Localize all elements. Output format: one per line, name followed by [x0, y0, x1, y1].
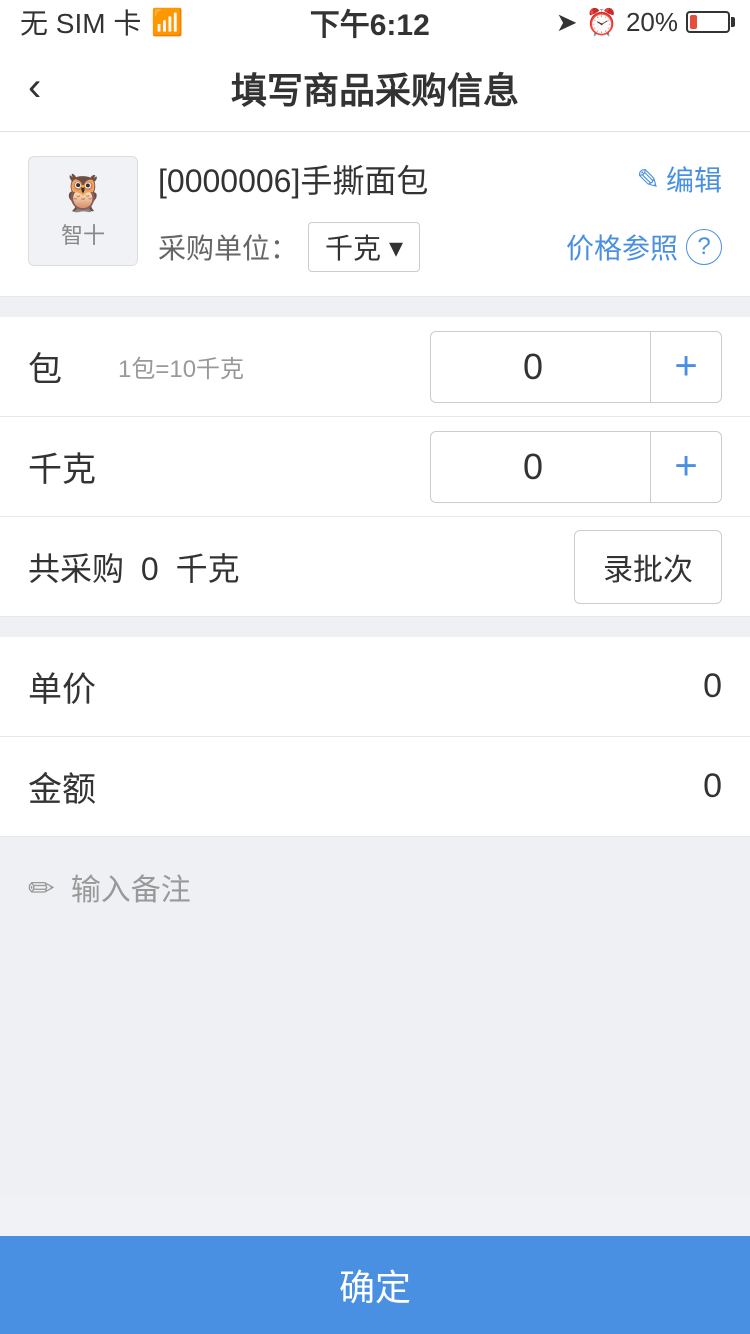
unit-price-row: 单价 0	[0, 637, 750, 737]
product-info: [0000006]手撕面包 ✎ 编辑 采购单位： 千克 ▾ 价格参照 ?	[158, 156, 722, 272]
bao-input-row: 包 1包=10千克 +	[0, 317, 750, 417]
price-ref-button[interactable]: 价格参照 ?	[566, 227, 722, 267]
product-card: 🦉 智十 [0000006]手撕面包 ✎ 编辑 采购单位： 千克 ▾ 价格参照 …	[0, 132, 750, 297]
status-bar: 无 SIM 卡 📶 下午6:12 ➤ ⏰ 20%	[0, 0, 750, 44]
kg-plus-button[interactable]: +	[650, 431, 722, 503]
total-summary: 共采购 0 千克	[28, 544, 240, 590]
total-quantity: 0	[141, 551, 159, 587]
unit-select-dropdown[interactable]: 千克 ▾	[308, 222, 420, 272]
amount-value: 0	[703, 767, 722, 806]
status-left: 无 SIM 卡 📶	[20, 2, 184, 42]
unit-price-label: 单价	[28, 662, 96, 711]
kg-input-row: 千克 +	[0, 417, 750, 517]
remark-icon: ✏	[28, 869, 55, 907]
price-ref-label: 价格参照	[566, 227, 678, 267]
unit-price-value: 0	[703, 667, 722, 706]
kg-plus-icon: +	[674, 444, 697, 489]
edit-icon: ✎	[637, 163, 660, 196]
amount-row: 金额 0	[0, 737, 750, 837]
status-right: ➤ ⏰ 20%	[556, 7, 730, 38]
bao-plus-button[interactable]: +	[650, 331, 722, 403]
remark-placeholder: 输入备注	[71, 865, 191, 909]
kg-quantity-input[interactable]	[430, 431, 650, 503]
edit-button[interactable]: ✎ 编辑	[637, 159, 722, 199]
total-row: 共采购 0 千克 录批次	[0, 517, 750, 617]
section-divider-2	[0, 617, 750, 637]
total-unit: 千克	[176, 551, 240, 587]
location-icon: ➤	[556, 7, 578, 38]
confirm-label: 确定	[339, 1259, 411, 1311]
kg-label: 千克	[28, 442, 108, 491]
alarm-icon: ⏰	[586, 7, 618, 38]
bao-label: 包	[28, 342, 108, 391]
status-time: 下午6:12	[310, 0, 430, 44]
wifi-icon: 📶	[151, 7, 183, 38]
confirm-button[interactable]: 确定	[0, 1236, 750, 1334]
product-image-label: 智十	[61, 218, 105, 250]
back-button[interactable]: ‹	[28, 65, 41, 110]
product-owl-icon: 🦉	[61, 172, 106, 214]
bao-plus-icon: +	[674, 344, 697, 389]
battery-percent: 20%	[626, 7, 678, 38]
amount-label: 金额	[28, 762, 96, 811]
unit-value: 千克	[325, 227, 381, 267]
total-label: 共采购	[28, 551, 124, 587]
edit-label: 编辑	[666, 159, 722, 199]
remark-section[interactable]: ✏ 输入备注	[0, 837, 750, 1197]
price-info-section: 单价 0 金额 0	[0, 637, 750, 837]
battery-icon	[686, 11, 730, 33]
record-batch-button[interactable]: 录批次	[574, 530, 722, 604]
unit-dropdown-arrow: ▾	[389, 231, 403, 264]
back-icon: ‹	[28, 65, 41, 109]
page-title: 填写商品采购信息	[231, 62, 519, 114]
bao-sublabel: 1包=10千克	[118, 349, 430, 384]
record-batch-label: 录批次	[603, 554, 693, 587]
unit-selector-group: 采购单位： 千克 ▾	[158, 222, 420, 272]
section-divider-1	[0, 297, 750, 317]
battery-fill	[690, 15, 697, 29]
bao-input-group: +	[430, 331, 722, 403]
product-name-row: [0000006]手撕面包 ✎ 编辑	[158, 156, 722, 202]
unit-label: 采购单位：	[158, 227, 298, 267]
page-header: ‹ 填写商品采购信息	[0, 44, 750, 132]
kg-input-group: +	[430, 431, 722, 503]
product-full-name: [0000006]手撕面包	[158, 156, 428, 202]
product-unit-row: 采购单位： 千克 ▾ 价格参照 ?	[158, 222, 722, 272]
sim-status: 无 SIM 卡	[20, 2, 141, 42]
product-image: 🦉 智十	[28, 156, 138, 266]
help-icon: ?	[686, 229, 722, 265]
input-section: 包 1包=10千克 + 千克 +	[0, 317, 750, 517]
bao-quantity-input[interactable]	[430, 331, 650, 403]
